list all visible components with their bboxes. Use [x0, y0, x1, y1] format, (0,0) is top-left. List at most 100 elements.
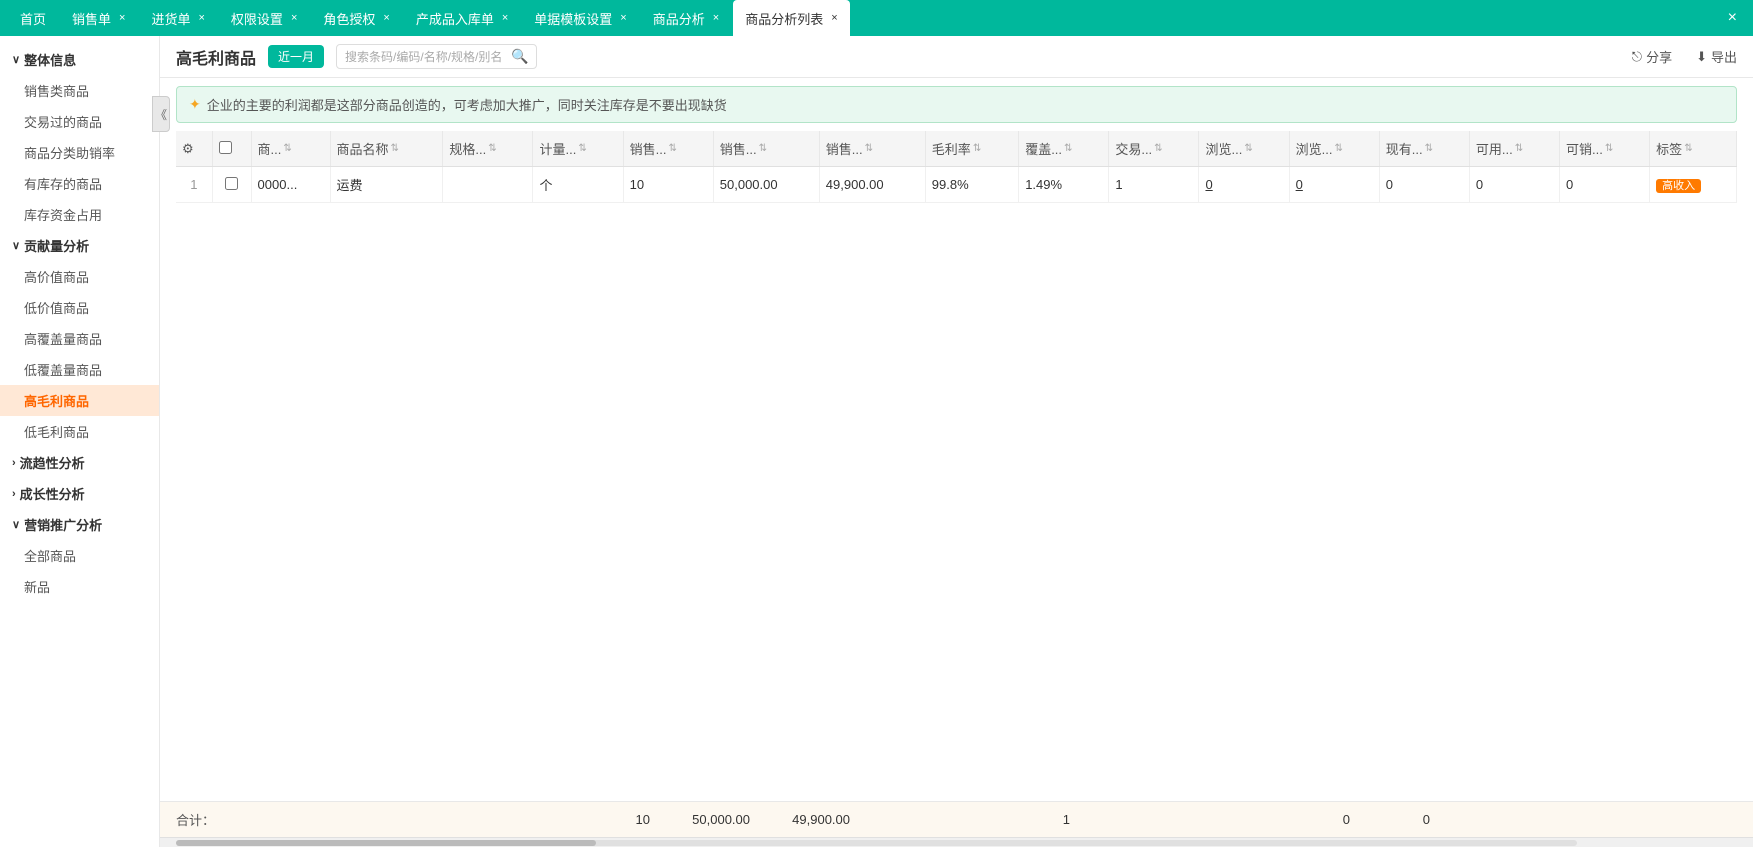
sidebar-item-商品分类助销率[interactable]: 商品分类助销率 [0, 137, 159, 168]
footer-sales_amount: 50,000.00 [656, 812, 756, 827]
nav-close-all-button[interactable]: × [1720, 9, 1745, 27]
sidebar-item-低毛利商品[interactable]: 低毛利商品 [0, 416, 159, 447]
col-header-spec[interactable]: 规格...⇅ [443, 131, 533, 167]
col-header-browse1[interactable]: 浏览...⇅ [1199, 131, 1289, 167]
page-title: 高毛利商品 [176, 45, 256, 69]
cell-sellable: 0 [1560, 167, 1650, 203]
col-header-name[interactable]: 商品名称⇅ [330, 131, 443, 167]
sort-icon[interactable]: ⇅ [759, 143, 767, 154]
sort-icon[interactable]: ⇅ [668, 143, 676, 154]
sort-icon[interactable]: ⇅ [865, 143, 873, 154]
nav-close-icon[interactable]: × [291, 12, 297, 24]
nav-close-icon[interactable]: × [620, 12, 626, 24]
col-header-sellable[interactable]: 可销...⇅ [1560, 131, 1650, 167]
sort-icon[interactable]: ⇅ [1684, 143, 1692, 154]
col-header-sku[interactable]: 商...⇅ [251, 131, 330, 167]
cell-sales_cost: 49,900.00 [819, 167, 925, 203]
sort-icon[interactable]: ⇅ [1425, 143, 1433, 154]
table-row: 10000...运费个1050,000.0049,900.0099.8%1.49… [176, 167, 1737, 203]
nav-close-icon[interactable]: × [502, 12, 508, 24]
scrollbar-thumb[interactable] [176, 840, 596, 846]
nav-close-icon[interactable]: × [713, 12, 719, 24]
sidebar-group-贡献量分析[interactable]: ∨贡献量分析 [0, 230, 159, 261]
sort-icon[interactable]: ⇅ [578, 143, 586, 154]
col-header-sales_cost[interactable]: 销售...⇅ [819, 131, 925, 167]
sort-icon[interactable]: ⇅ [1334, 143, 1342, 154]
nav-item-权限设置[interactable]: 权限设置× [219, 0, 309, 36]
settings-icon[interactable]: ⚙ [182, 141, 194, 156]
nav-close-icon[interactable]: × [831, 12, 837, 24]
main-layout: ∨整体信息销售类商品交易过的商品商品分类助销率有库存的商品库存资金占用∨贡献量分… [0, 36, 1753, 847]
sort-icon[interactable]: ⇅ [1515, 143, 1523, 154]
sort-icon[interactable]: ⇅ [1244, 143, 1252, 154]
sort-icon[interactable]: ⇅ [973, 143, 981, 154]
nav-close-icon[interactable]: × [119, 12, 125, 24]
col-header-transaction[interactable]: 交易...⇅ [1109, 131, 1199, 167]
sort-icon[interactable]: ⇅ [283, 143, 291, 154]
sidebar-item-高价值商品[interactable]: 高价值商品 [0, 261, 159, 292]
sort-icon[interactable]: ⇅ [1064, 143, 1072, 154]
sidebar-item-交易过的商品[interactable]: 交易过的商品 [0, 106, 159, 137]
sort-icon[interactable]: ⇅ [1605, 143, 1613, 154]
tag-badge: 高收入 [1656, 179, 1701, 193]
sort-icon[interactable]: ⇅ [391, 143, 399, 154]
export-button[interactable]: ⬇ 导出 [1696, 47, 1737, 66]
top-navigation: 首页销售单×进货单×权限设置×角色授权×产成品入库单×单据模板设置×商品分析×商… [0, 0, 1753, 36]
col-header-current_stock[interactable]: 现有...⇅ [1379, 131, 1469, 167]
sidebar-item-低覆盖量商品[interactable]: 低覆盖量商品 [0, 354, 159, 385]
sidebar-collapse-button[interactable]: 《 [152, 96, 170, 132]
sidebar-item-低价值商品[interactable]: 低价值商品 [0, 292, 159, 323]
cell-browse2: 0 [1289, 167, 1379, 203]
nav-item-首页[interactable]: 首页 [8, 0, 58, 36]
sidebar-item-库存资金占用[interactable]: 库存资金占用 [0, 199, 159, 230]
nav-item-销售单[interactable]: 销售单× [60, 0, 137, 36]
sidebar-group-营销推广分析[interactable]: ∨营销推广分析 [0, 509, 159, 540]
cell-available: 0 [1469, 167, 1559, 203]
sidebar-item-销售类商品[interactable]: 销售类商品 [0, 75, 159, 106]
sort-icon[interactable]: ⇅ [488, 143, 496, 154]
sidebar-item-有库存的商品[interactable]: 有库存的商品 [0, 168, 159, 199]
sidebar-group-流趋性分析[interactable]: ›流趋性分析 [0, 447, 159, 478]
col-header-browse2[interactable]: 浏览...⇅ [1289, 131, 1379, 167]
sidebar-item-全部商品[interactable]: 全部商品 [0, 540, 159, 571]
nav-item-进货单[interactable]: 进货单× [139, 0, 216, 36]
sort-icon[interactable]: ⇅ [1154, 143, 1162, 154]
col-header-sales_qty[interactable]: 销售...⇅ [623, 131, 713, 167]
col-header-sales_amount[interactable]: 销售...⇅ [713, 131, 819, 167]
cell-unit: 个 [533, 167, 623, 203]
nav-item-商品分析列表[interactable]: 商品分析列表× [733, 0, 849, 36]
nav-close-icon[interactable]: × [383, 12, 389, 24]
nav-item-角色授权[interactable]: 角色授权× [311, 0, 401, 36]
cell-current_stock: 0 [1379, 167, 1469, 203]
sidebar-item-高毛利商品[interactable]: 高毛利商品 [0, 385, 159, 416]
sidebar-group-成长性分析[interactable]: ›成长性分析 [0, 478, 159, 509]
time-filter-button[interactable]: 近一月 [268, 45, 324, 68]
nav-item-单据模板设置[interactable]: 单据模板设置× [522, 0, 638, 36]
share-button[interactable]: ⎋ 分享 [1632, 47, 1672, 66]
footer-available: 0 [1276, 812, 1356, 827]
col-header-checkbox[interactable] [212, 131, 251, 167]
col-header-available[interactable]: 可用...⇅ [1469, 131, 1559, 167]
info-banner: ✦ 企业的主要的利润都是这部分商品创造的，可考虑加大推广，同时关注库存是不要出现… [176, 86, 1737, 123]
col-header-gross_margin[interactable]: 毛利率⇅ [925, 131, 1018, 167]
nav-close-icon[interactable]: × [198, 12, 204, 24]
col-header-settings[interactable]: ⚙ [176, 131, 212, 167]
nav-item-商品分析[interactable]: 商品分析× [641, 0, 731, 36]
table-header-row: ⚙商...⇅商品名称⇅规格...⇅计量...⇅销售...⇅销售...⇅销售...… [176, 131, 1737, 167]
data-table-wrapper: ⚙商...⇅商品名称⇅规格...⇅计量...⇅销售...⇅销售...⇅销售...… [160, 131, 1753, 801]
sidebar-group-整体信息[interactable]: ∨整体信息 [0, 44, 159, 75]
bottom-scrollbar[interactable] [160, 837, 1753, 847]
search-icon[interactable]: 🔍 [511, 48, 528, 65]
select-all-checkbox[interactable] [219, 141, 232, 154]
sidebar-item-新品[interactable]: 新品 [0, 571, 159, 602]
footer-totals: 1050,000.0049,900.00100 [336, 812, 1737, 827]
col-header-coverage[interactable]: 覆盖...⇅ [1019, 131, 1109, 167]
col-header-unit[interactable]: 计量...⇅ [533, 131, 623, 167]
row-checkbox[interactable] [225, 177, 238, 190]
col-header-tag[interactable]: 标签⇅ [1650, 131, 1737, 167]
arrow-icon: ∨ [12, 53, 20, 66]
search-input[interactable] [345, 50, 505, 64]
sidebar-item-高覆盖量商品[interactable]: 高覆盖量商品 [0, 323, 159, 354]
nav-item-产成品入库单[interactable]: 产成品入库单× [404, 0, 520, 36]
share-icon: ⎋ [1632, 49, 1642, 65]
